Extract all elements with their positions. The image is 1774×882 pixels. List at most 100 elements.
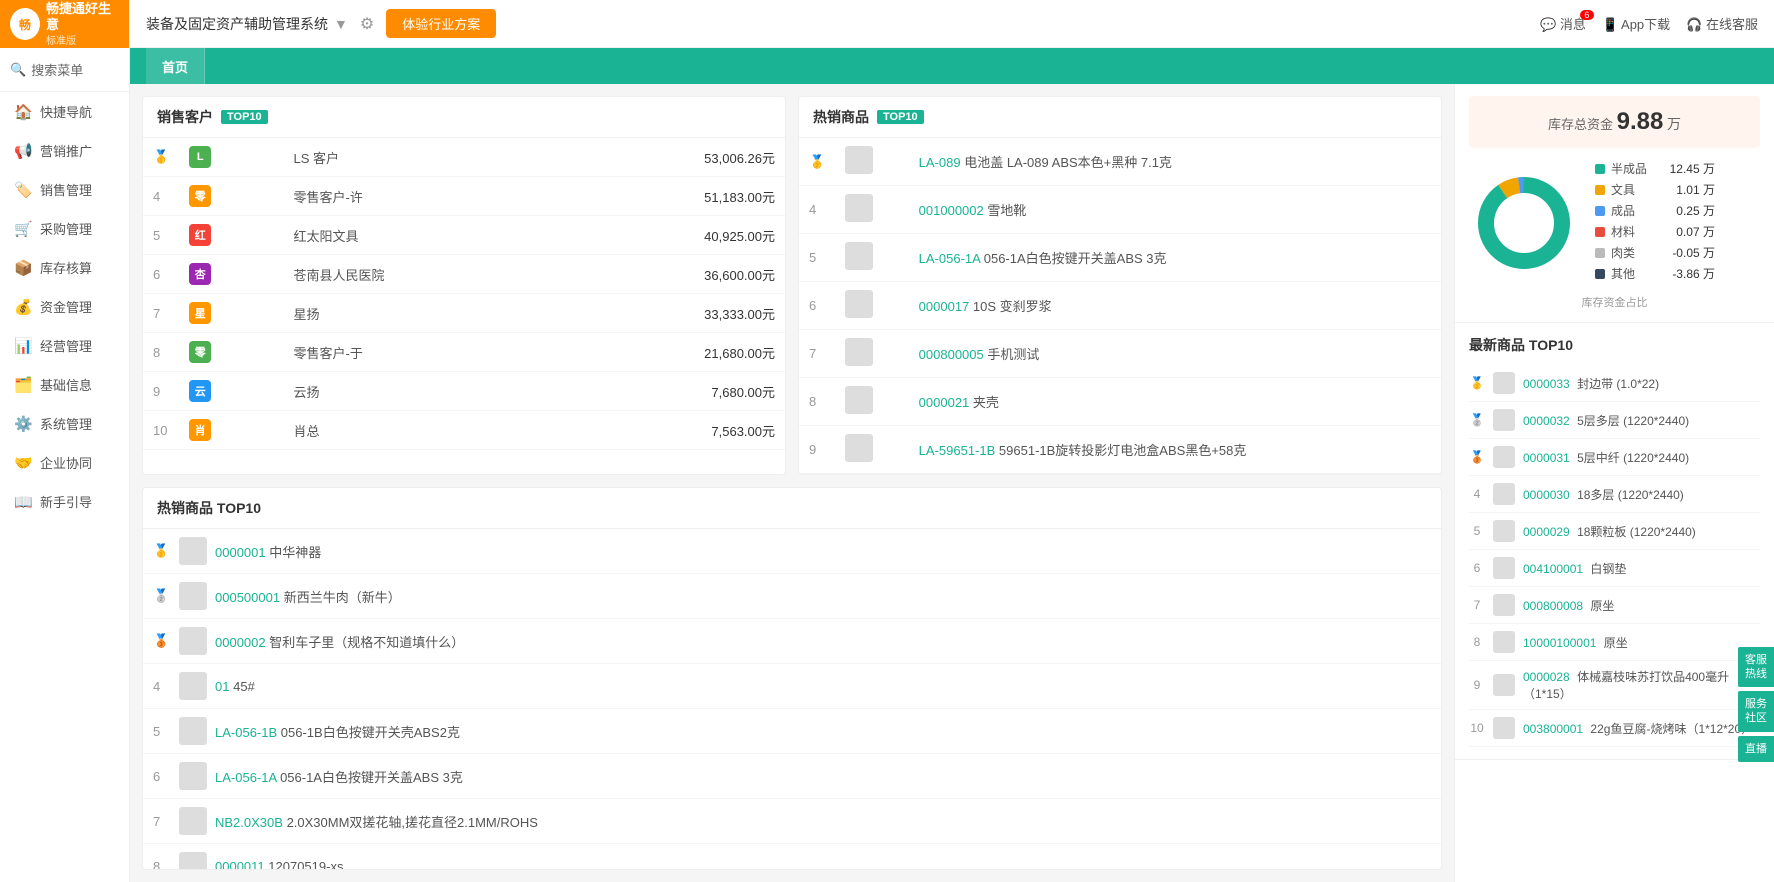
product-image: [845, 434, 873, 462]
prod-img-cell: [835, 186, 908, 234]
latest-product-item: 🥇 0000033 封边带 (1.0*22): [1469, 365, 1760, 402]
latest-products-title-text: 最新商品 TOP10: [1469, 335, 1573, 355]
product-top10-card: 热销商品 TOP10 🥇 LA-089 电池盖 LA-089 ABS本色+黑种 …: [798, 96, 1442, 475]
sidebar-item-quicknav[interactable]: 🏠 快捷导航: [0, 92, 129, 131]
hot-code: LA-056-1B: [215, 725, 277, 740]
right-panel: 库存总资金 9.88 万: [1454, 84, 1774, 882]
app-download-btn[interactable]: 📱 App下载: [1602, 14, 1670, 33]
cs-community-btn[interactable]: 服务社区: [1738, 691, 1774, 732]
legend-label-text: 肉类: [1611, 244, 1666, 261]
trial-btn[interactable]: 体验行业方案: [386, 9, 496, 38]
product-code: LA-089: [919, 155, 961, 170]
legend-label-text: 成品: [1611, 202, 1670, 219]
logo-sub: 标准版: [46, 32, 119, 47]
customer-row: 9 云 云扬 7,680.00元: [143, 372, 785, 411]
sidebar-item-inventory[interactable]: 📦 库存核算: [0, 248, 129, 287]
legend-dot: [1595, 206, 1605, 216]
latest-code: 000800008: [1523, 599, 1583, 613]
hot-product-image: [179, 762, 207, 790]
cs-live-btn[interactable]: 直播: [1738, 736, 1774, 762]
sidebar-item-finance[interactable]: 💰 资金管理: [0, 287, 129, 326]
latest-product-image: [1493, 520, 1515, 542]
page-content: 销售客户 TOP10 🥇 L LS 客户 53,006.26元 4 零 零售客户…: [130, 84, 1774, 882]
settings-icon[interactable]: ⚙: [360, 14, 374, 34]
float-cs: 客服热线 服务社区 直播: [1738, 647, 1774, 762]
sidebar-item-marketing[interactable]: 📢 营销推广: [0, 131, 129, 170]
customer-name: 零售客户-于: [284, 333, 560, 372]
hot-name-text: 056-1A白色按键开关盖ABS 3克: [280, 770, 463, 785]
hot-product-image: [179, 627, 207, 655]
sidebar-item-basic[interactable]: 🗂️ 基础信息: [0, 365, 129, 404]
latest-product-info: 0000033 封边带 (1.0*22): [1523, 375, 1659, 392]
cs-hotline-btn[interactable]: 客服热线: [1738, 647, 1774, 688]
legend-dot: [1595, 185, 1605, 195]
customer-name: 肖总: [284, 411, 560, 450]
latest-code: 0000029: [1523, 525, 1570, 539]
latest-product-image: [1493, 483, 1515, 505]
latest-products-section: 最新商品 TOP10 🥇 0000033 封边带 (1.0*22) 🥈 0000…: [1455, 323, 1774, 760]
hot-name-text: 中华神器: [269, 545, 321, 560]
sidebar-search[interactable]: 🔍 搜索菜单: [0, 48, 129, 92]
customer-row: 6 杏 苍南县人民医院 36,600.00元: [143, 255, 785, 294]
sidebar-item-operations[interactable]: 📊 经营管理: [0, 326, 129, 365]
product-code: LA-59651-1B: [919, 443, 996, 458]
hot-rank: 6: [153, 769, 171, 784]
latest-product-info: 004100001 白钢垫: [1523, 560, 1626, 577]
phone-icon: 📱: [1602, 17, 1618, 32]
customer-row: 10 肖 肖总 7,563.00元: [143, 411, 785, 450]
latest-code: 0000033: [1523, 377, 1570, 391]
system-icon: ⚙️: [14, 415, 32, 433]
dropdown-icon[interactable]: ▼: [334, 16, 348, 32]
sidebar-item-purchase[interactable]: 🛒 采购管理: [0, 209, 129, 248]
customer-top10-title: 销售客户: [157, 107, 213, 127]
legend-dot: [1595, 227, 1605, 237]
product-info: 0000021 夹壳: [909, 378, 1441, 426]
product-info: 000800005 手机测试: [909, 330, 1441, 378]
latest-product-info: 000800008 原坐: [1523, 597, 1614, 614]
product-info: 0000017 10S 变刹罗浆: [909, 282, 1441, 330]
hot-product-item: 🥇 0000001 中华神器: [143, 529, 1441, 574]
message-btn[interactable]: 💬 6 消息: [1540, 14, 1586, 33]
product-row: 9 LA-59651-1B 59651-1B旋转投影灯电池盒ABS黑色+58克: [799, 426, 1441, 474]
hot-product-info: 000500001 新西兰牛肉（新牛）: [215, 587, 1431, 606]
sidebar-item-cooperation[interactable]: 🤝 企业协同: [0, 443, 129, 482]
hot-product-image: [179, 852, 207, 870]
latest-rank: 10: [1469, 721, 1485, 735]
customer-row: 4 零 零售客户-许 51,183.00元: [143, 177, 785, 216]
hot-name-text: 智利车子里（规格不知道填什么）: [269, 635, 464, 650]
headset-icon: 🎧: [1686, 17, 1702, 32]
legend-label-text: 半成品: [1611, 160, 1664, 177]
latest-rank: 7: [1469, 598, 1485, 612]
product-image: [845, 386, 873, 414]
hot-code: LA-056-1A: [215, 770, 276, 785]
hot-product-image: [179, 717, 207, 745]
hot-code: NB2.0X30B: [215, 815, 283, 830]
product-code: 001000002: [919, 203, 984, 218]
online-service-btn[interactable]: 🎧 在线客服: [1686, 14, 1758, 33]
customer-avatar: 红: [189, 224, 211, 246]
search-menu-btn[interactable]: 🔍 搜索菜单: [10, 56, 119, 83]
hot-product-info: 01 45#: [215, 679, 1431, 694]
tab-home[interactable]: 首页: [146, 48, 205, 84]
latest-product-item: 7 000800008 原坐: [1469, 587, 1760, 624]
legend-value: 0.25 万: [1676, 202, 1715, 219]
hot-product-item: 🥈 000500001 新西兰牛肉（新牛）: [143, 574, 1441, 619]
inventory-value: 9.88: [1617, 108, 1664, 135]
sidebar-item-sales[interactable]: 🏷️ 销售管理: [0, 170, 129, 209]
latest-product-info: 0000030 18多层 (1220*2440): [1523, 486, 1684, 503]
hot-product-item: 5 LA-056-1B 056-1B白色按键开关壳ABS2克: [143, 709, 1441, 754]
sidebar-item-system[interactable]: ⚙️ 系统管理: [0, 404, 129, 443]
sidebar-item-guide[interactable]: 📖 新手引导: [0, 482, 129, 521]
hot-product-item: 7 NB2.0X30B 2.0X30MM双搓花轴,搓花直径2.1MM/ROHS: [143, 799, 1441, 844]
latest-name: 22g鱼豆腐-烧烤味（1*12*20）: [1590, 722, 1753, 736]
rank-cell: 4: [799, 186, 835, 234]
hot-code: 01: [215, 679, 229, 694]
customer-avatar: 零: [189, 185, 211, 207]
product-code: 0000017: [919, 299, 970, 314]
product-row: 7 000800005 手机测试: [799, 330, 1441, 378]
avatar-cell: 零: [179, 177, 283, 216]
customer-top-label: TOP10: [221, 110, 268, 124]
sidebar-item-label: 销售管理: [40, 180, 92, 199]
top10-row: 销售客户 TOP10 🥇 L LS 客户 53,006.26元 4 零 零售客户…: [142, 96, 1442, 475]
hot-product-item: 8 0000011 12070519-xs: [143, 844, 1441, 870]
